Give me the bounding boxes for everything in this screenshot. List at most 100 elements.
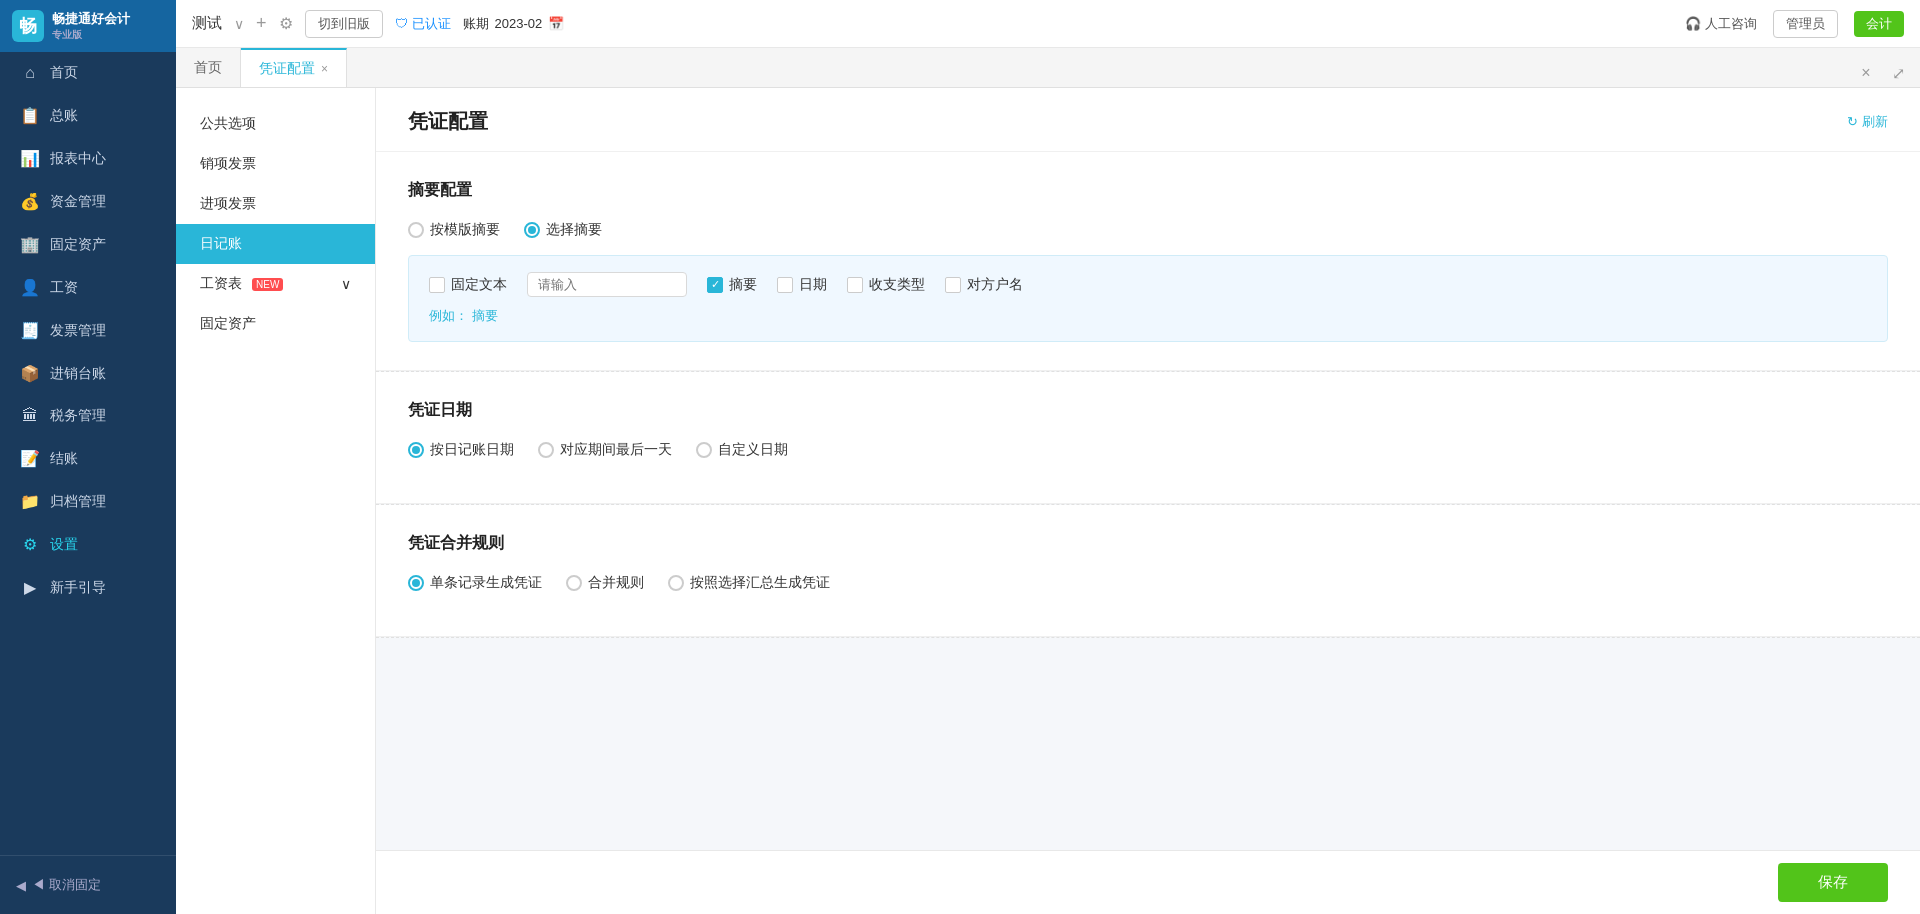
radio-template-summary[interactable]: 按模版摘要 [408,221,500,239]
radio-template-summary-label: 按模版摘要 [430,221,500,239]
radio-merge-rules-circle [566,575,582,591]
checkbox-fixed-text-box [429,277,445,293]
save-button[interactable]: 保存 [1778,863,1888,902]
headset-icon: 🎧 [1685,16,1701,31]
radio-journal-date[interactable]: 按日记账日期 [408,441,514,459]
checkbox-counterpart[interactable]: 对方户名 [945,276,1023,294]
sidebar: 畅 畅捷通好会计 专业版 ⌂ 首页 📋 总账 📊 报表中心 💰 资金管理 🏢 固… [0,0,176,914]
reports-icon: 📊 [20,149,40,168]
sidebar-item-tax[interactable]: 🏛 税务管理 [0,395,176,437]
sidebar-item-label: 新手引导 [50,579,106,597]
sidebar-nav: ⌂ 首页 📋 总账 📊 报表中心 💰 资金管理 🏢 固定资产 👤 工资 🧾 发票… [0,52,176,855]
sidebar-item-label: 工资 [50,279,78,297]
nav-journal-label: 日记账 [200,235,242,253]
topbar: 测试 ∨ + ⚙ 切到旧版 🛡 已认证 账期 2023-02 📅 🎧 人工咨询 … [176,0,1920,48]
nav-sales-invoice-label: 销项发票 [200,155,256,173]
content-header: 凭证配置 ↻ 刷新 [376,88,1920,152]
checkbox-summary[interactable]: ✓ 摘要 [707,276,757,294]
content-area: 公共选项 销项发票 进项发票 日记账 工资表 NEW ∨ 固定资产 [176,88,1920,914]
sidebar-item-funds[interactable]: 💰 资金管理 [0,180,176,223]
checkbox-date-label: 日期 [799,276,827,294]
example-label: 例如： [429,308,468,323]
sidebar-item-salary[interactable]: 👤 工资 [0,266,176,309]
manager-button[interactable]: 管理员 [1773,10,1838,38]
guide-icon: ▶ [20,578,40,597]
logo-edition: 专业版 [52,28,130,42]
sidebar-bottom: ◀ ◀ 取消固定 [0,855,176,914]
add-company-icon[interactable]: + [256,13,267,34]
nav-sales-invoice[interactable]: 销项发票 [176,144,375,184]
radio-template-summary-circle [408,222,424,238]
sidebar-item-label: 结账 [50,450,78,468]
checkbox-payment-type[interactable]: 收支类型 [847,276,925,294]
period-value: 2023-02 [495,16,543,31]
service-button[interactable]: 🎧 人工咨询 [1685,15,1757,33]
checkbox-fixed-text[interactable]: 固定文本 [429,276,507,294]
expand-window-button[interactable]: ⤢ [1884,59,1912,87]
sidebar-item-reports[interactable]: 📊 报表中心 [0,137,176,180]
tab-close-icon[interactable]: × [321,62,328,76]
topbar-settings-icon[interactable]: ⚙ [279,14,293,33]
nav-fixed-assets-label: 固定资产 [200,315,256,333]
cancel-fixed-icon: ◀ [16,878,26,893]
radio-period-last-day[interactable]: 对应期间最后一天 [538,441,672,459]
company-name: 测试 [192,14,222,33]
example-text: 例如： 摘要 [429,307,1867,325]
checkbox-date-box [777,277,793,293]
sidebar-item-purchases[interactable]: 📦 进销台账 [0,352,176,395]
refresh-button[interactable]: ↻ 刷新 [1847,113,1888,131]
divider-3 [376,637,1920,638]
radio-custom-date[interactable]: 自定义日期 [696,441,788,459]
checkbox-fixed-text-label: 固定文本 [451,276,507,294]
radio-batch-generate[interactable]: 按照选择汇总生成凭证 [668,574,830,592]
sidebar-item-home[interactable]: ⌂ 首页 [0,52,176,94]
checkbox-payment-type-box [847,277,863,293]
radio-select-summary-label: 选择摘要 [546,221,602,239]
sidebar-item-label: 设置 [50,536,78,554]
radio-journal-date-label: 按日记账日期 [430,441,514,459]
salary-icon: 👤 [20,278,40,297]
close-window-button[interactable]: × [1852,59,1880,87]
radio-merge-rules-label: 合并规则 [588,574,644,592]
calendar-icon[interactable]: 📅 [548,16,564,31]
sidebar-item-archive[interactable]: 📁 归档管理 [0,480,176,523]
voucher-merge-title: 凭证合并规则 [408,533,1888,554]
radio-select-summary[interactable]: 选择摘要 [524,221,602,239]
tab-home[interactable]: 首页 [176,48,241,87]
funds-icon: 💰 [20,192,40,211]
main-area: 测试 ∨ + ⚙ 切到旧版 🛡 已认证 账期 2023-02 📅 🎧 人工咨询 … [176,0,1920,914]
nav-purchase-invoice[interactable]: 进项发票 [176,184,375,224]
fixed-text-input[interactable] [527,272,687,297]
nav-fixed-assets[interactable]: 固定资产 [176,304,375,344]
sidebar-item-ledger[interactable]: 📋 总账 [0,94,176,137]
radio-select-summary-circle [524,222,540,238]
sidebar-item-invoice[interactable]: 🧾 发票管理 [0,309,176,352]
radio-single-record-label: 单条记录生成凭证 [430,574,542,592]
radio-single-record[interactable]: 单条记录生成凭证 [408,574,542,592]
switch-version-button[interactable]: 切到旧版 [305,10,383,38]
checkbox-payment-type-label: 收支类型 [869,276,925,294]
radio-custom-date-label: 自定义日期 [718,441,788,459]
nav-public[interactable]: 公共选项 [176,104,375,144]
cancel-fixed-btn[interactable]: ◀ ◀ 取消固定 [0,866,176,904]
sidebar-logo: 畅 畅捷通好会计 专业版 [0,0,176,52]
sidebar-item-assets[interactable]: 🏢 固定资产 [0,223,176,266]
period-display: 账期 2023-02 📅 [463,15,565,33]
accountant-button[interactable]: 会计 [1854,11,1904,37]
nav-journal[interactable]: 日记账 [176,224,375,264]
voucher-merge-section: 凭证合并规则 单条记录生成凭证 合并规则 按照选择汇总生成凭证 [376,505,1920,637]
tab-voucher-config[interactable]: 凭证配置 × [241,48,347,87]
checkbox-date[interactable]: 日期 [777,276,827,294]
radio-merge-rules[interactable]: 合并规则 [566,574,644,592]
logo-icon: 畅 [12,10,44,42]
nav-payroll[interactable]: 工资表 NEW ∨ [176,264,375,304]
sidebar-item-checkout[interactable]: 📝 结账 [0,437,176,480]
sidebar-item-guide[interactable]: ▶ 新手引导 [0,566,176,609]
checkout-icon: 📝 [20,449,40,468]
service-label: 人工咨询 [1705,15,1757,33]
summary-options-box: 固定文本 ✓ 摘要 日期 [408,255,1888,342]
nav-payroll-label: 工资表 [200,275,242,293]
company-dropdown-icon[interactable]: ∨ [234,16,244,32]
radio-period-last-day-circle [538,442,554,458]
sidebar-item-settings[interactable]: ⚙ 设置 [0,523,176,566]
